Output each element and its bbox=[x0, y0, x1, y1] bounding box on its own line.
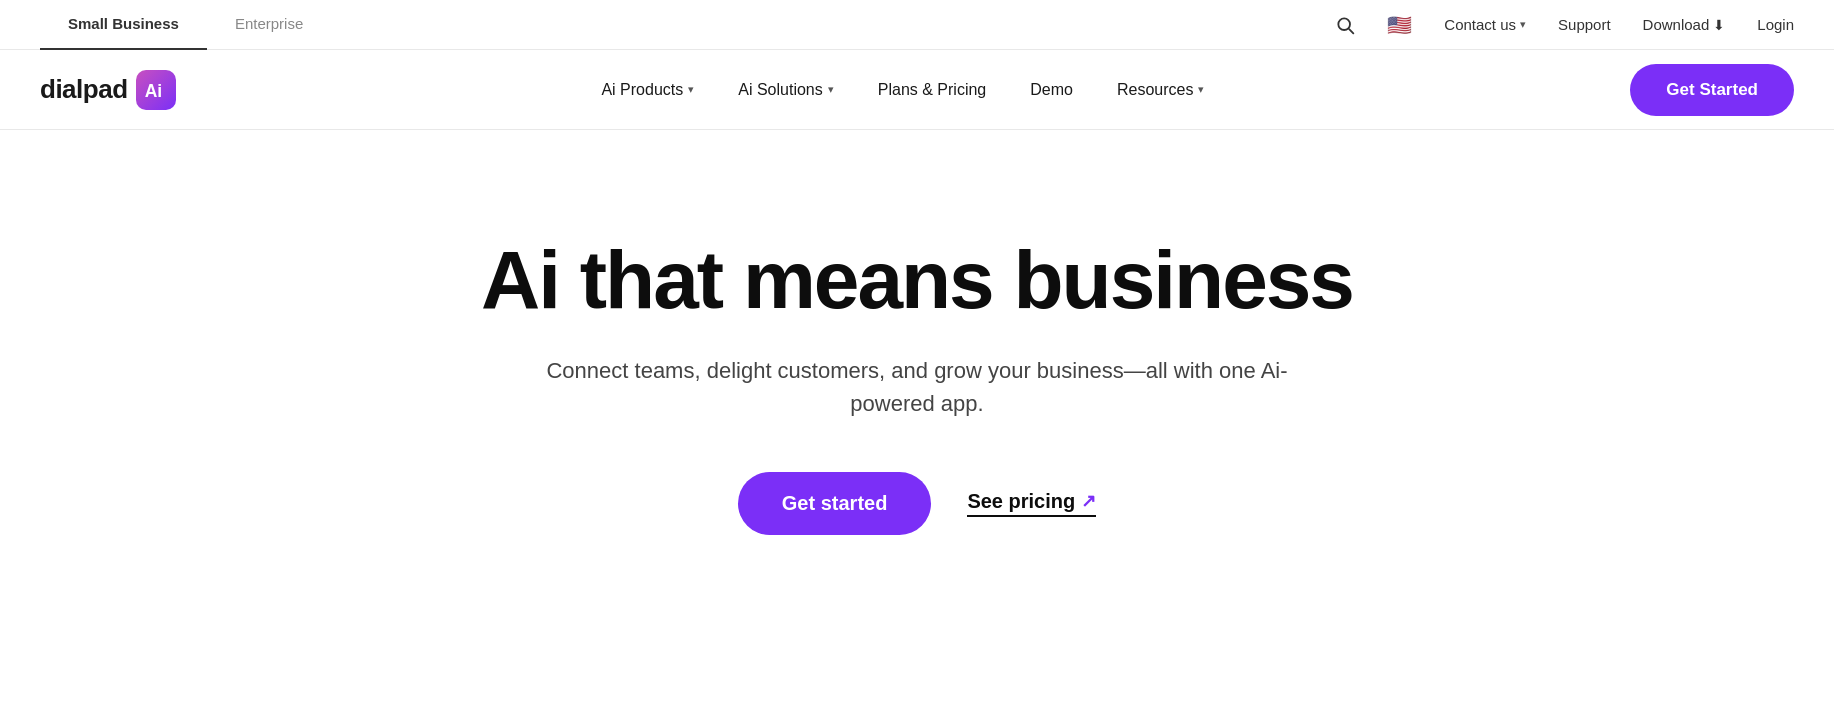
top-bar-right: 🇺🇸 Contact us ▾ Support Download ⬇ Login bbox=[1335, 13, 1794, 37]
logo-icon: Ai bbox=[136, 70, 176, 110]
nav-links: Ai Products ▾ Ai Solutions ▾ Plans & Pri… bbox=[583, 73, 1222, 107]
ai-products-chevron-icon: ▾ bbox=[688, 83, 694, 96]
hero-see-pricing-link[interactable]: See pricing ↗ bbox=[967, 490, 1096, 517]
search-button[interactable] bbox=[1335, 15, 1355, 35]
download-button[interactable]: Download ⬇ bbox=[1643, 16, 1726, 33]
language-selector[interactable]: 🇺🇸 bbox=[1387, 13, 1412, 37]
nav-demo[interactable]: Demo bbox=[1012, 73, 1091, 107]
nav-get-started-button[interactable]: Get Started bbox=[1630, 64, 1794, 116]
svg-line-1 bbox=[1349, 29, 1353, 33]
hero-section: Ai that means business Connect teams, de… bbox=[0, 130, 1834, 620]
contact-chevron-icon: ▾ bbox=[1520, 18, 1526, 31]
logo-text: dialpad bbox=[40, 74, 128, 105]
main-nav: dialpad Ai Ai Products ▾ Ai Solutions ▾ … bbox=[0, 50, 1834, 130]
hero-title: Ai that means business bbox=[481, 235, 1353, 325]
nav-plans-pricing[interactable]: Plans & Pricing bbox=[860, 73, 1005, 107]
contact-us-button[interactable]: Contact us ▾ bbox=[1444, 16, 1526, 33]
tab-small-business[interactable]: Small Business bbox=[40, 0, 207, 50]
hero-subtitle: Connect teams, delight customers, and gr… bbox=[517, 354, 1317, 420]
nav-ai-products[interactable]: Ai Products ▾ bbox=[583, 73, 712, 107]
svg-text:Ai: Ai bbox=[144, 81, 162, 101]
nav-ai-solutions[interactable]: Ai Solutions ▾ bbox=[720, 73, 852, 107]
tab-enterprise[interactable]: Enterprise bbox=[207, 0, 331, 50]
nav-resources[interactable]: Resources ▾ bbox=[1099, 73, 1222, 107]
svg-point-0 bbox=[1339, 18, 1351, 30]
top-bar: Small Business Enterprise 🇺🇸 Contact us … bbox=[0, 0, 1834, 50]
logo[interactable]: dialpad Ai bbox=[40, 70, 176, 110]
download-icon: ⬇ bbox=[1713, 17, 1725, 33]
external-link-icon: ↗ bbox=[1081, 490, 1096, 512]
login-link[interactable]: Login bbox=[1757, 16, 1794, 33]
ai-solutions-chevron-icon: ▾ bbox=[828, 83, 834, 96]
support-link[interactable]: Support bbox=[1558, 16, 1611, 33]
hero-actions: Get started See pricing ↗ bbox=[738, 472, 1096, 535]
top-bar-left: Small Business Enterprise bbox=[40, 0, 331, 50]
hero-get-started-button[interactable]: Get started bbox=[738, 472, 932, 535]
resources-chevron-icon: ▾ bbox=[1198, 83, 1204, 96]
